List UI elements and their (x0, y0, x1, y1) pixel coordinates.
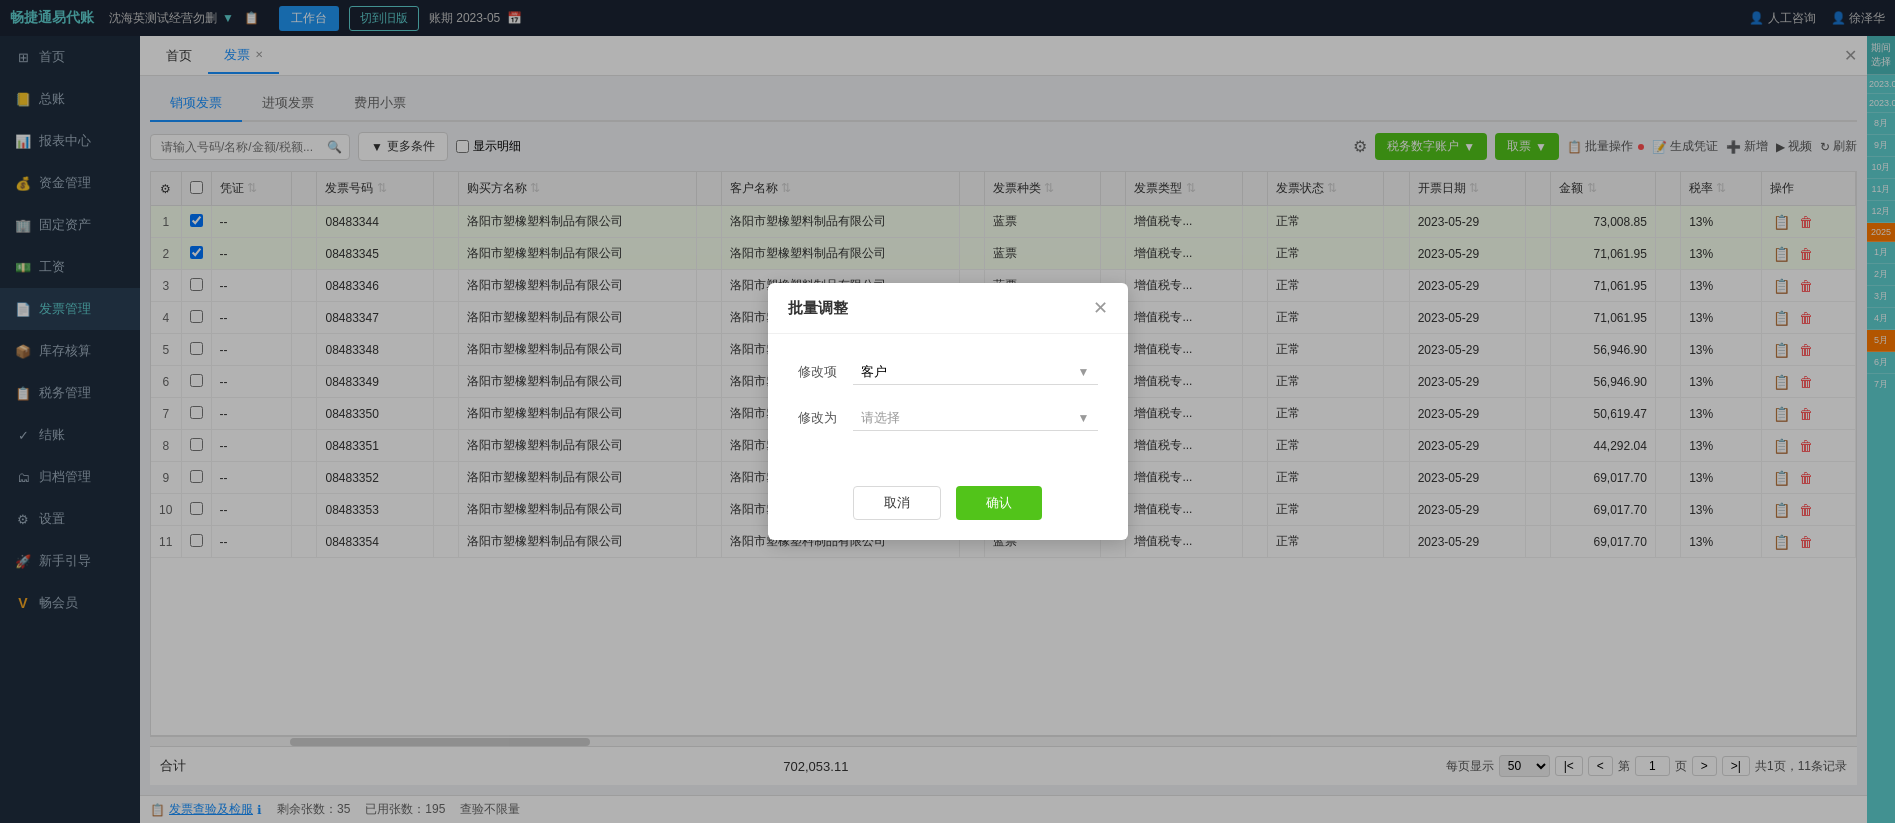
modal-field-row: 修改项 客户 购买方 ▼ (798, 359, 1098, 385)
field-select-wrapper: 客户 购买方 ▼ (853, 359, 1098, 385)
modal-confirm-button[interactable]: 确认 (956, 486, 1042, 520)
modal-overlay[interactable]: 批量调整 ✕ 修改项 客户 购买方 ▼ 修改为 请选择 (0, 0, 1895, 823)
batch-adjust-modal: 批量调整 ✕ 修改项 客户 购买方 ▼ 修改为 请选择 (768, 283, 1128, 540)
field-select[interactable]: 客户 购买方 (853, 359, 1098, 385)
value-select-wrapper: 请选择 ▼ (853, 405, 1098, 431)
modal-title: 批量调整 (788, 299, 848, 318)
modal-value-row: 修改为 请选择 ▼ (798, 405, 1098, 431)
modal-body: 修改项 客户 购买方 ▼ 修改为 请选择 ▼ (768, 334, 1128, 476)
modal-header: 批量调整 ✕ (768, 283, 1128, 334)
modal-close-button[interactable]: ✕ (1093, 297, 1108, 319)
value-label: 修改为 (798, 409, 853, 427)
modal-cancel-button[interactable]: 取消 (853, 486, 941, 520)
field-label: 修改项 (798, 363, 853, 381)
value-select[interactable]: 请选择 (853, 405, 1098, 431)
modal-footer: 取消 确认 (768, 476, 1128, 540)
